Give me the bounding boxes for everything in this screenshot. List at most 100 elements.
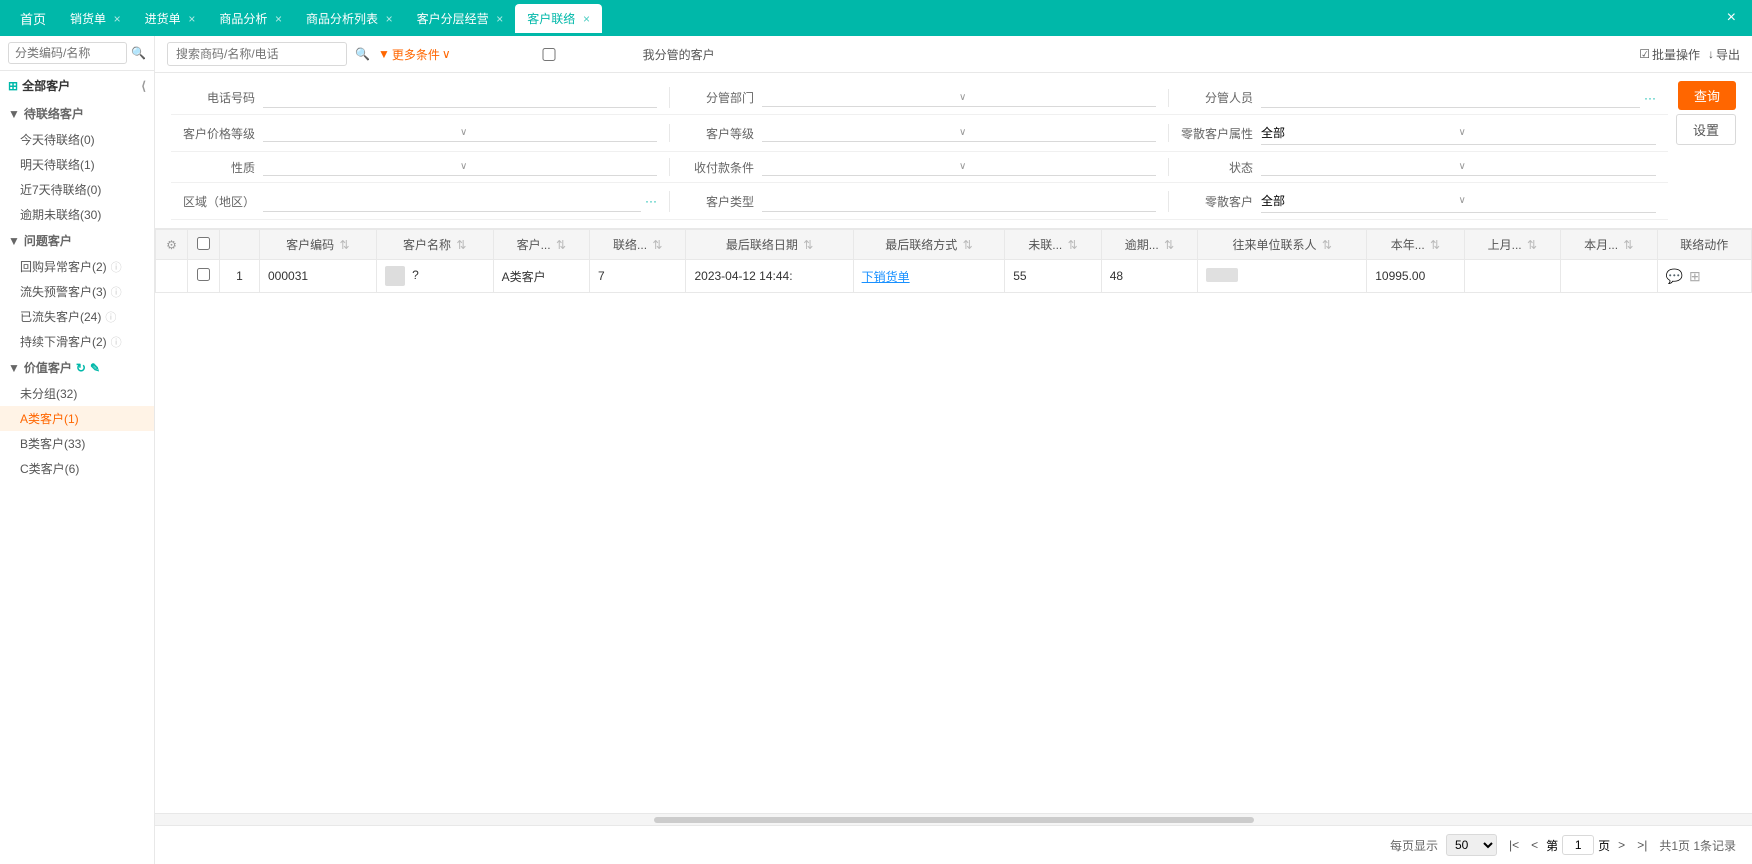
sort-type-icon[interactable]: ⇅	[556, 238, 566, 252]
row-checkbox[interactable]	[197, 268, 210, 281]
settings-button[interactable]: 设置	[1676, 114, 1736, 145]
close-customer-tier-tab[interactable]: ×	[496, 12, 503, 26]
th-contact-count: 联络... ⇅	[590, 230, 686, 260]
dept-select[interactable]: ∨	[762, 89, 1156, 107]
status-label: 状态	[1181, 159, 1261, 176]
first-page-button[interactable]: |<	[1505, 836, 1523, 854]
th-last-method: 最后联络方式 ⇅	[853, 230, 1005, 260]
td-checkbox	[188, 260, 220, 293]
td-code: 000031	[260, 260, 377, 293]
my-customers-checkbox[interactable]: 我分管的客户	[459, 46, 715, 63]
message-action-icon[interactable]: 💬	[1666, 268, 1683, 285]
sidebar-item-b-class[interactable]: B类客户(33)	[0, 431, 154, 456]
filter-button-group: 查询 设置	[1668, 81, 1736, 145]
nav-purchase[interactable]: 进货单 ×	[133, 4, 208, 33]
pending-contact-header[interactable]: ▼ 待联络客户	[0, 100, 154, 127]
retail-select[interactable]: 全部 ∨	[1261, 189, 1656, 213]
sidebar-item-unclassified[interactable]: 未分组(32)	[0, 381, 154, 406]
horizontal-scrollbar[interactable]	[155, 813, 1752, 825]
sort-overdue-icon[interactable]: ⇅	[1164, 238, 1174, 252]
window-close-button[interactable]: ×	[1719, 5, 1744, 31]
sort-code-icon[interactable]: ⇅	[340, 238, 350, 252]
next-page-button[interactable]: >	[1614, 836, 1629, 854]
sidebar-item-a-class[interactable]: A类客户(1)	[0, 406, 154, 431]
sidebar-item-c-class[interactable]: C类客户(6)	[0, 456, 154, 481]
sidebar-item-repurchase[interactable]: 回购异常客户(2) ⓘ	[0, 254, 154, 279]
customer-type-input[interactable]	[762, 191, 1156, 212]
sidebar-item-tomorrow[interactable]: 明天待联络(1)	[0, 152, 154, 177]
select-all-checkbox[interactable]	[197, 237, 210, 250]
sidebar-item-declining[interactable]: 持续下滑客户(2) ⓘ	[0, 329, 154, 354]
all-customers-header[interactable]: ⊞ 全部客户 ⟨	[0, 71, 154, 100]
close-customer-contact-tab[interactable]: ×	[583, 12, 590, 26]
nav-customer-tier[interactable]: 客户分层经营 ×	[405, 4, 516, 33]
sort-method-icon[interactable]: ⇅	[963, 238, 973, 252]
nav-home[interactable]: 首页	[8, 3, 58, 34]
close-purchase-tab[interactable]: ×	[188, 12, 195, 26]
retail-attr-select[interactable]: 全部 ∨	[1261, 121, 1656, 145]
nav-customer-contact[interactable]: 客户联络 ×	[515, 4, 602, 33]
prev-page-button[interactable]: <	[1527, 836, 1542, 854]
region-more-icon[interactable]: ···	[645, 194, 657, 208]
customer-level-select[interactable]: ∨	[762, 124, 1156, 142]
info-icon-churned[interactable]: ⓘ	[105, 309, 116, 325]
sort-company-icon[interactable]: ⇅	[1322, 238, 1332, 252]
table-settings-icon[interactable]: ⚙	[166, 238, 177, 252]
last-page-button[interactable]: >|	[1633, 836, 1651, 854]
my-customers-input[interactable]	[459, 48, 639, 61]
manager-input[interactable]	[1261, 87, 1640, 108]
sort-name-icon[interactable]: ⇅	[456, 238, 466, 252]
batch-operation-button[interactable]: ☑ 批量操作	[1639, 46, 1700, 63]
query-button[interactable]: 查询	[1678, 81, 1736, 110]
page-size-select[interactable]: 50 100 200	[1446, 834, 1497, 856]
info-icon-repurchase[interactable]: ⓘ	[111, 259, 122, 275]
edit-icon[interactable]: ✎	[90, 361, 100, 375]
sidebar-item-churned[interactable]: 已流失客户(24) ⓘ	[0, 304, 154, 329]
price-level-select[interactable]: ∨	[263, 124, 657, 142]
region-input[interactable]	[263, 191, 641, 212]
collapse-icon[interactable]: ⟨	[141, 79, 146, 93]
export-button[interactable]: ↓ 导出	[1708, 46, 1740, 63]
nav-sales[interactable]: 销货单 ×	[58, 4, 133, 33]
value-customers-header[interactable]: ▼ 价值客户 ↻ ✎	[0, 354, 154, 381]
more-filter-button[interactable]: ▼ 更多条件 ∨	[378, 46, 451, 63]
page-number-input[interactable]	[1562, 835, 1594, 855]
nav-analysis-list[interactable]: 商品分析列表 ×	[294, 4, 405, 33]
info-icon-churn[interactable]: ⓘ	[111, 284, 122, 300]
scrollbar-thumb[interactable]	[654, 817, 1254, 823]
close-analysis-tab[interactable]: ×	[275, 12, 282, 26]
sort-date-icon[interactable]: ⇅	[803, 238, 813, 252]
sort-cur-month-icon[interactable]: ⇅	[1623, 238, 1633, 252]
info-icon-declining[interactable]: ⓘ	[111, 334, 122, 350]
sort-year-icon[interactable]: ⇅	[1430, 238, 1440, 252]
nature-select[interactable]: ∨	[263, 158, 657, 176]
td-cur-month	[1561, 260, 1657, 293]
sort-contact-icon[interactable]: ⇅	[652, 238, 662, 252]
sort-last-month-icon[interactable]: ⇅	[1527, 238, 1537, 252]
phone-input[interactable]	[263, 87, 657, 108]
link-action-icon[interactable]: ⊞	[1689, 268, 1701, 285]
nav-analysis[interactable]: 商品分析 ×	[207, 4, 294, 33]
problem-customers-header[interactable]: ▼ 问题客户	[0, 227, 154, 254]
status-select[interactable]: ∨	[1261, 158, 1656, 176]
sidebar-item-today[interactable]: 今天待联络(0)	[0, 127, 154, 152]
filter-search-icon[interactable]: 🔍	[355, 47, 370, 61]
contact-method-link[interactable]: 下销货单	[862, 270, 910, 284]
td-year: 10995.00	[1367, 260, 1464, 293]
close-analysis-list-tab[interactable]: ×	[386, 12, 393, 26]
sidebar-item-churn-warning[interactable]: 流失预警客户(3) ⓘ	[0, 279, 154, 304]
search-input[interactable]	[167, 42, 347, 66]
payment-select[interactable]: ∨	[762, 158, 1156, 176]
sidebar-search-input[interactable]	[8, 42, 127, 64]
sidebar-item-overdue[interactable]: 逾期未联络(30)	[0, 202, 154, 227]
close-sales-tab[interactable]: ×	[114, 12, 121, 26]
th-overdue-label: 逾期...	[1125, 238, 1159, 252]
sidebar-item-7days[interactable]: 近7天待联络(0)	[0, 177, 154, 202]
th-type-label: 客户...	[517, 238, 551, 252]
manager-more-icon[interactable]: ···	[1644, 91, 1656, 105]
refresh-icon[interactable]: ↻	[76, 361, 86, 375]
sidebar-search-icon[interactable]: 🔍	[131, 46, 146, 60]
filter-row-4: 区域（地区） ··· 客户类型 零散客户 全部 ∨	[171, 183, 1668, 220]
filter-bar: 🔍 ▼ 更多条件 ∨ 我分管的客户 ☑ 批量操作 ↓ 导出	[155, 36, 1752, 73]
sort-uncontacted-icon[interactable]: ⇅	[1068, 238, 1078, 252]
